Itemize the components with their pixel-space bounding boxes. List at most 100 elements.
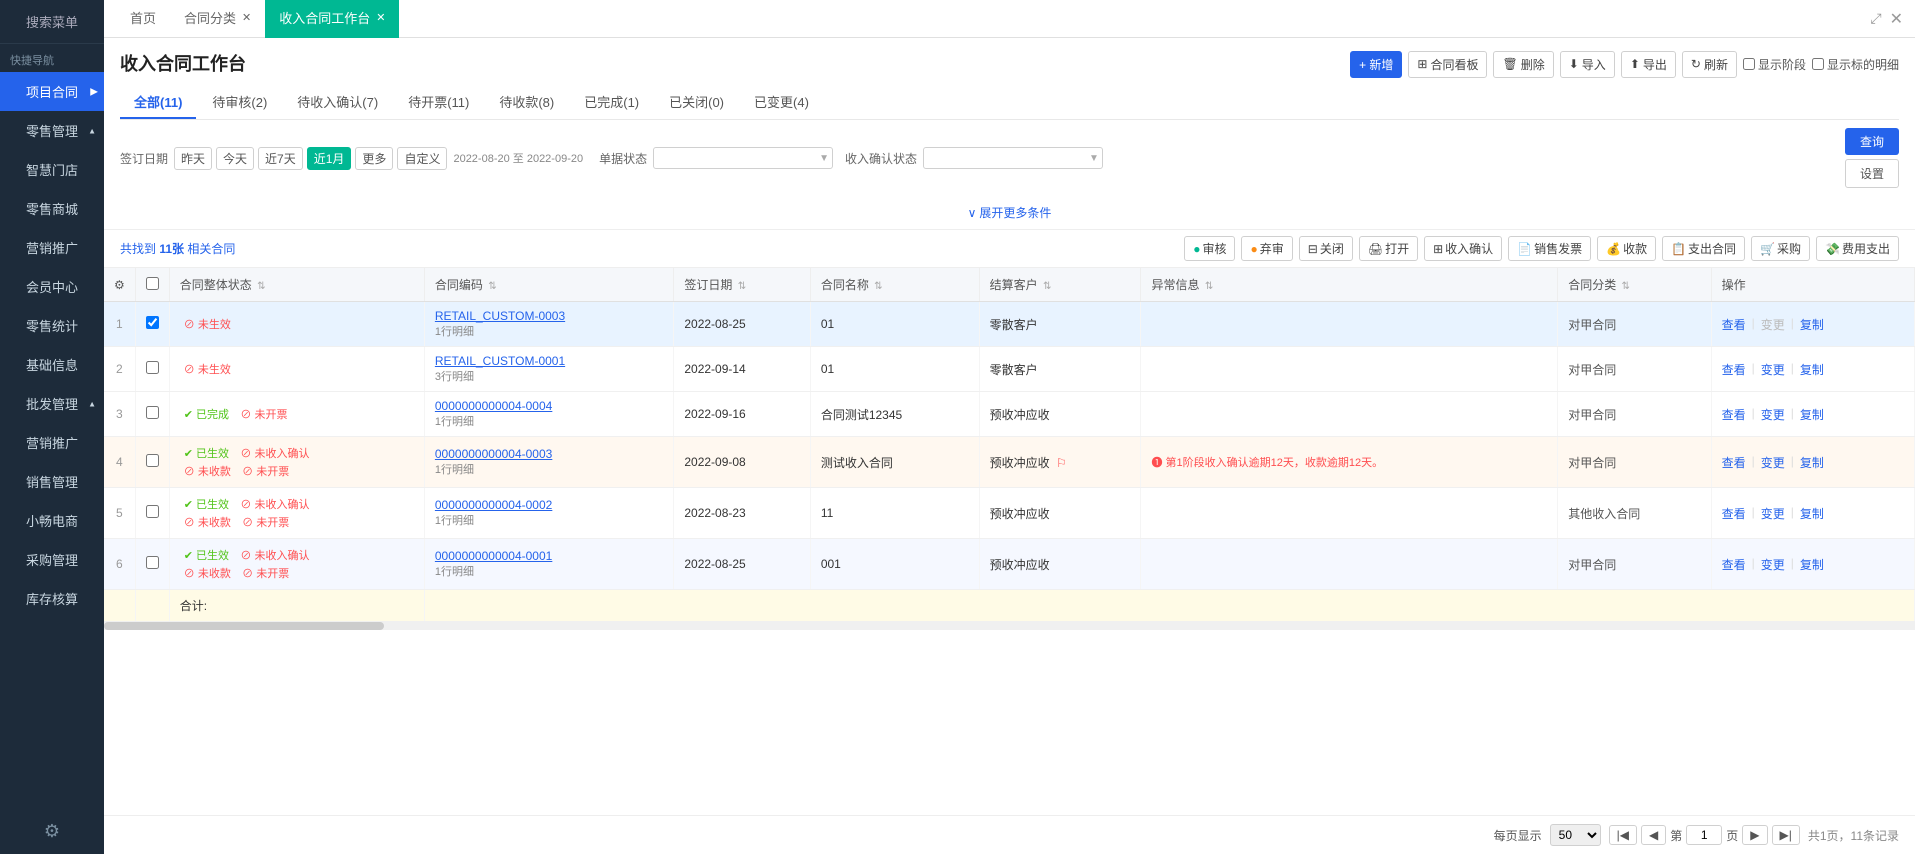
change-btn[interactable]: 变更 — [1761, 406, 1785, 423]
change-btn[interactable]: 变更 — [1761, 361, 1785, 378]
refresh-button[interactable]: ↻ 刷新 — [1682, 51, 1737, 78]
view-btn[interactable]: 查看 — [1722, 505, 1746, 522]
expense-out-button[interactable]: 📋 支出合同 — [1662, 236, 1745, 261]
audit-button[interactable]: ● 审核 — [1184, 236, 1235, 261]
contract-code-link[interactable]: 0000000000004-0002 — [435, 498, 552, 512]
last-page-btn[interactable]: ▶| — [1772, 825, 1800, 845]
scrollbar-x[interactable] — [104, 622, 1915, 630]
date-btn-today[interactable]: 今天 — [216, 147, 254, 170]
scrollbar-thumb[interactable] — [104, 622, 384, 630]
date-btn-7days[interactable]: 近7天 — [258, 147, 303, 170]
add-button[interactable]: + 新增 — [1350, 51, 1402, 78]
sidebar-item-xiaochangec[interactable]: 小畅电商 — [0, 501, 104, 540]
income-confirm-button[interactable]: ⊞ 收入确认 — [1424, 236, 1502, 261]
contract-code-link[interactable]: RETAIL_CUSTOM-0001 — [435, 354, 565, 368]
sort-icon[interactable]: ⇅ — [874, 281, 882, 292]
filter-tab-pending-income-confirm[interactable]: 待收入确认(7) — [283, 86, 392, 119]
select-all-checkbox[interactable] — [146, 277, 159, 290]
sort-icon[interactable]: ⇅ — [1622, 281, 1630, 292]
sidebar-item-smart-store[interactable]: 智慧门店 — [0, 150, 104, 189]
page-size-select[interactable]: 50 10 20 100 — [1550, 824, 1601, 846]
row-check[interactable] — [135, 539, 169, 590]
change-btn[interactable]: 变更 — [1761, 556, 1785, 573]
import-button[interactable]: ⬇ 导入 — [1560, 51, 1615, 78]
sort-icon[interactable]: ⇅ — [1043, 281, 1051, 292]
abandon-button[interactable]: ● 弃审 — [1241, 236, 1292, 261]
copy-btn[interactable]: 复制 — [1800, 316, 1824, 333]
collection-button[interactable]: 💰 收款 — [1597, 236, 1656, 261]
change-btn[interactable]: 变更 — [1761, 505, 1785, 522]
next-page-btn[interactable]: ▶ — [1742, 825, 1767, 845]
purchase-button[interactable]: 🛒 采购 — [1751, 236, 1810, 261]
sidebar-item-member[interactable]: 会员中心 — [0, 267, 104, 306]
date-btn-yesterday[interactable]: 昨天 — [174, 147, 212, 170]
copy-btn[interactable]: 复制 — [1800, 406, 1824, 423]
contract-code-link[interactable]: RETAIL_CUSTOM-0003 — [435, 309, 565, 323]
sidebar-item-basic-info[interactable]: 基础信息 — [0, 345, 104, 384]
sidebar-item-retail-stats[interactable]: 零售统计 — [0, 306, 104, 345]
row-check[interactable] — [135, 392, 169, 437]
print-button[interactable]: 🖨 打开 — [1359, 236, 1418, 261]
contract-code-link[interactable]: 0000000000004-0003 — [435, 447, 552, 461]
prev-page-btn[interactable]: ◀ — [1641, 825, 1666, 845]
view-btn[interactable]: 查看 — [1722, 556, 1746, 573]
sidebar-item-project[interactable]: 项目合同 ▶ — [0, 72, 104, 111]
row-check[interactable] — [135, 488, 169, 539]
view-btn[interactable]: 查看 — [1722, 316, 1746, 333]
filter-tab-closed[interactable]: 已关闭(0) — [655, 86, 738, 119]
copy-btn[interactable]: 复制 — [1800, 454, 1824, 471]
sidebar-item-wholesale-mgmt[interactable]: 批发管理 — [0, 384, 104, 423]
show-detail-checkbox[interactable]: 显示标的明细 — [1812, 56, 1899, 73]
copy-btn[interactable]: 复制 — [1800, 361, 1824, 378]
filter-tab-completed[interactable]: 已完成(1) — [570, 86, 653, 119]
sort-icon[interactable]: ⇅ — [257, 281, 265, 292]
contract-code-link[interactable]: 0000000000004-0004 — [435, 399, 552, 413]
row-check[interactable] — [135, 437, 169, 488]
sidebar-item-marketing2[interactable]: 营销推广 — [0, 423, 104, 462]
filter-tab-changed[interactable]: 已变更(4) — [740, 86, 823, 119]
tab-contract-category[interactable]: 合同分类 ✕ — [170, 0, 265, 38]
sidebar-item-retail-mgmt[interactable]: 零售管理 — [0, 111, 104, 150]
sidebar-item-purchase-mgmt[interactable]: 采购管理 — [0, 540, 104, 579]
sidebar-item-retail-shop[interactable]: 零售商城 — [0, 189, 104, 228]
tab-home[interactable]: 首页 — [116, 0, 170, 38]
resize-icon[interactable]: ⤢ — [1870, 10, 1881, 27]
th-gear[interactable]: ⚙ — [104, 268, 135, 302]
row-check[interactable] — [135, 347, 169, 392]
show-stage-checkbox[interactable]: 显示阶段 — [1743, 56, 1806, 73]
date-btn-custom[interactable]: 自定义 — [397, 147, 447, 170]
sidebar-item-inventory[interactable]: 库存核算 — [0, 579, 104, 618]
sort-icon[interactable]: ⇅ — [1205, 281, 1213, 292]
copy-btn[interactable]: 复制 — [1800, 556, 1824, 573]
row-check[interactable] — [135, 302, 169, 347]
close-contract-category-tab[interactable]: ✕ — [242, 11, 251, 24]
close-action-button[interactable]: ⊟ 关闭 — [1299, 236, 1353, 261]
th-check[interactable] — [135, 268, 169, 302]
income-confirm-select[interactable] — [923, 147, 1103, 169]
page-input[interactable] — [1686, 825, 1722, 845]
delete-button[interactable]: 🗑 删除 — [1493, 51, 1553, 78]
date-btn-more[interactable]: 更多 — [355, 147, 393, 170]
copy-btn[interactable]: 复制 — [1800, 505, 1824, 522]
doc-status-select[interactable] — [653, 147, 833, 169]
contract-code-link[interactable]: 0000000000004-0001 — [435, 549, 552, 563]
first-page-btn[interactable]: |◀ — [1609, 825, 1637, 845]
sort-icon[interactable]: ⇅ — [488, 281, 496, 292]
sort-icon[interactable]: ⇅ — [738, 281, 746, 292]
filter-tab-pending-invoice[interactable]: 待开票(11) — [394, 86, 483, 119]
contract-board-button[interactable]: ⊞ 合同看板 — [1408, 51, 1487, 78]
view-btn[interactable]: 查看 — [1722, 361, 1746, 378]
filter-tab-pending-collection[interactable]: 待收款(8) — [485, 86, 568, 119]
tab-income-workbench[interactable]: 收入合同工作台 ✕ — [265, 0, 399, 38]
sidebar-item-sales-mgmt[interactable]: 销售管理 — [0, 462, 104, 501]
expand-more-btn[interactable]: ∨ 展开更多条件 — [968, 204, 1052, 221]
change-btn[interactable]: 变更 — [1761, 454, 1785, 471]
query-button[interactable]: 查询 — [1845, 128, 1899, 155]
view-btn[interactable]: 查看 — [1722, 454, 1746, 471]
export-button[interactable]: ⬆ 导出 — [1621, 51, 1676, 78]
sales-invoice-button[interactable]: 📄 销售发票 — [1508, 236, 1591, 261]
sidebar-search[interactable]: 搜索菜单 — [0, 0, 104, 44]
view-btn[interactable]: 查看 — [1722, 406, 1746, 423]
filter-tab-pending-audit[interactable]: 待审核(2) — [198, 86, 281, 119]
fee-out-button[interactable]: 💸 费用支出 — [1816, 236, 1899, 261]
